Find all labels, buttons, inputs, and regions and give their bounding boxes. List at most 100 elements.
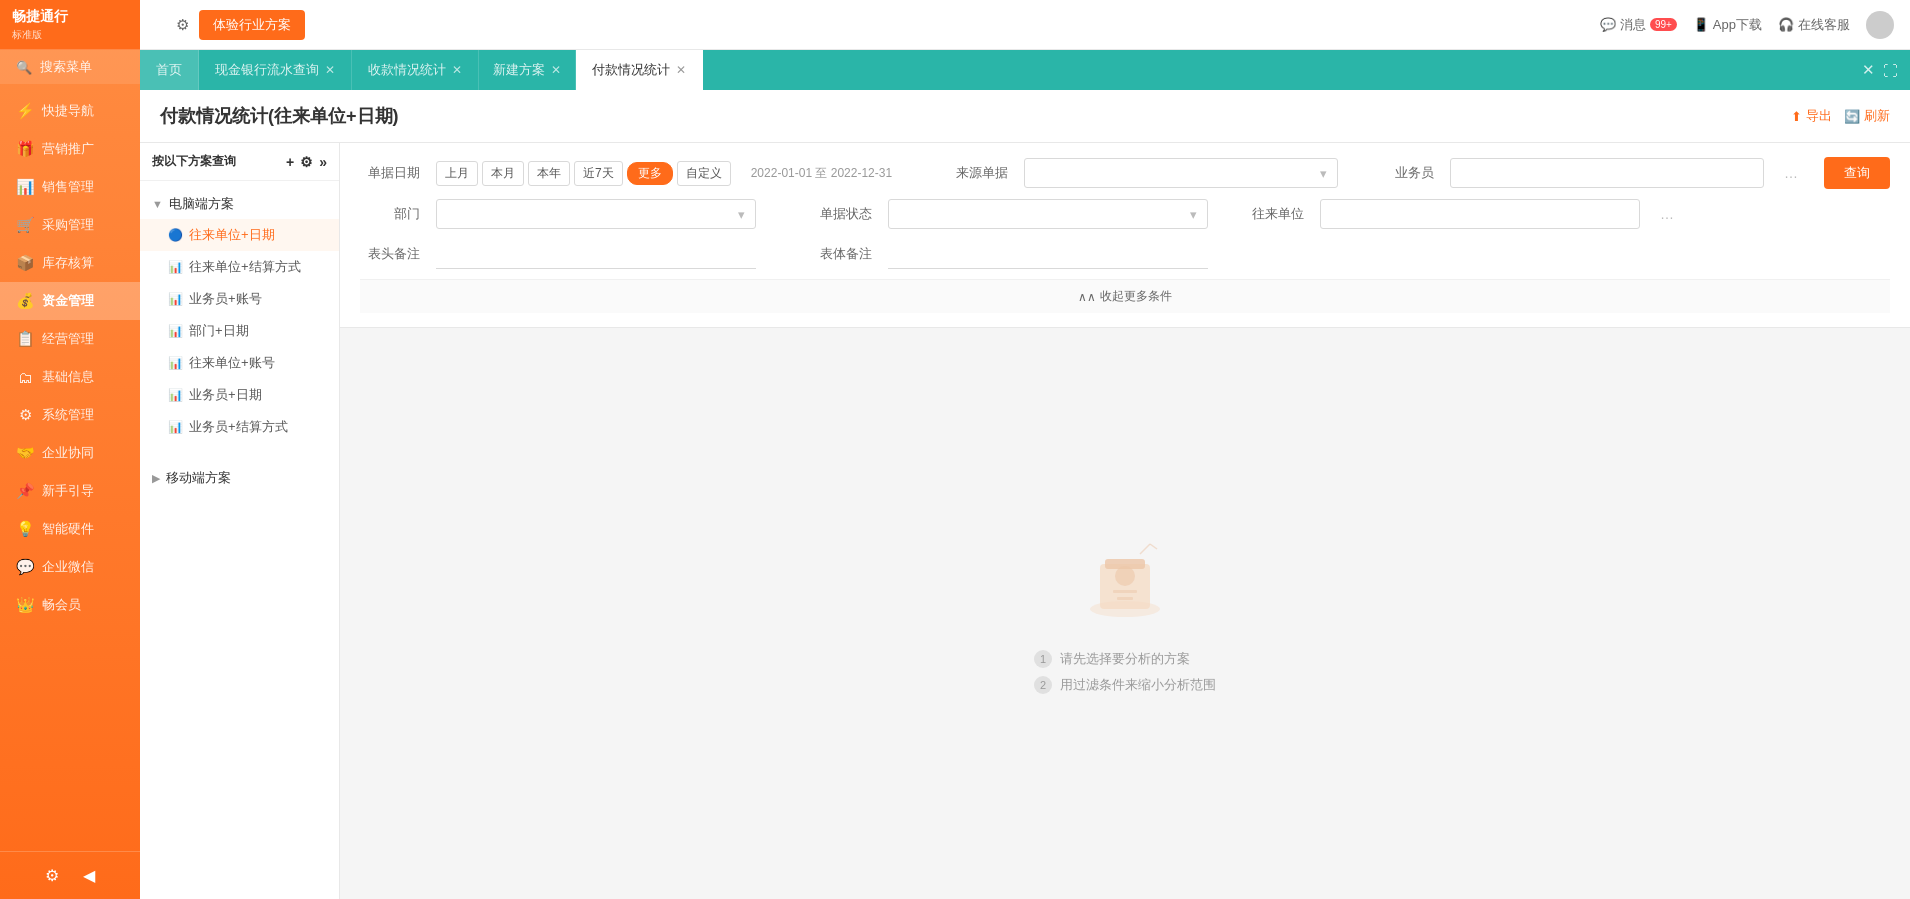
wechat-icon: 💬 (16, 558, 34, 576)
tab-expand-btn[interactable]: ⛶ (1883, 62, 1898, 79)
export-btn[interactable]: ⬆ 导出 (1791, 107, 1832, 125)
sidebar-item-base[interactable]: 🗂 基础信息 (0, 358, 140, 396)
refresh-label: 刷新 (1864, 107, 1890, 125)
receipt-label: 收款情况统计 (368, 61, 446, 79)
service-btn[interactable]: 🎧 在线客服 (1778, 16, 1850, 34)
scheme-item-icon-4: 📊 (168, 356, 183, 370)
scheme-item-1[interactable]: 📊 往来单位+结算方式 (140, 251, 339, 283)
scheme-panel-label: 按以下方案查询 (152, 153, 236, 170)
page-title: 付款情况统计(往来单位+日期) (160, 104, 399, 128)
hint1-num: 1 (1034, 650, 1052, 668)
scheme-settings-btn[interactable]: ⚙ (300, 154, 313, 170)
collapse-up-icon: ∧∧ (1078, 290, 1096, 304)
pc-group-title[interactable]: ▼ 电脑端方案 (140, 189, 339, 219)
dept-label: 部门 (360, 205, 420, 223)
scheme-item-4[interactable]: 📊 往来单位+账号 (140, 347, 339, 379)
sidebar-item-label: 企业微信 (42, 558, 94, 576)
staff-select[interactable] (1450, 158, 1764, 188)
topbar-gear-btn[interactable]: ⚙ (176, 16, 189, 34)
sidebar-item-label: 畅会员 (42, 596, 81, 614)
message-icon: 💬 (1600, 17, 1616, 32)
tab-close-all-btn[interactable]: ✕ (1862, 61, 1875, 79)
sidebar-item-coop[interactable]: 🤝 企业协同 (0, 434, 140, 472)
source-select[interactable]: ▾ (1024, 158, 1338, 188)
empty-text: 1 请先选择要分析的方案 2 用过滤条件来缩小分析范围 (1034, 650, 1216, 694)
sidebar-item-guide[interactable]: 📌 新手引导 (0, 472, 140, 510)
sidebar-item-member[interactable]: 👑 畅会员 (0, 586, 140, 624)
date-custom-btn[interactable]: 自定义 (677, 161, 731, 186)
bank-label: 现金银行流水查询 (215, 61, 319, 79)
add-scheme-btn[interactable]: + (286, 154, 294, 170)
hint2-text: 用过滤条件来缩小分析范围 (1060, 676, 1216, 694)
mobile-group-title[interactable]: ▶ 移动端方案 (140, 463, 339, 493)
tab-close-receipt[interactable]: ✕ (452, 63, 462, 77)
scheme-item-icon-0: 🔵 (168, 228, 183, 242)
tab-bank[interactable]: 现金银行流水查询 ✕ (199, 50, 352, 90)
right-content: 单据日期 上月 本月 本年 近7天 更多 自定义 2022-01-01 至 20… (340, 143, 1910, 899)
dept-select[interactable]: ▾ (436, 199, 756, 229)
collapse-sidebar-btn[interactable]: ◀ (75, 862, 103, 889)
body-note-input[interactable] (888, 239, 1208, 269)
industry-plan-btn[interactable]: 体验行业方案 (199, 10, 305, 40)
marketing-icon: 🎁 (16, 140, 34, 158)
trade-unit-select[interactable] (1320, 199, 1640, 229)
refresh-btn[interactable]: 🔄 刷新 (1844, 107, 1890, 125)
scheme-item-6[interactable]: 📊 业务员+结算方式 (140, 411, 339, 443)
sidebar-item-quick-nav[interactable]: ⚡ 快捷导航 (0, 92, 140, 130)
tab-close-bank[interactable]: ✕ (325, 63, 335, 77)
head-note-input[interactable] (436, 239, 756, 269)
settings-icon[interactable]: ⚙ (37, 862, 67, 889)
date-this-year-btn[interactable]: 本年 (528, 161, 570, 186)
doc-status-label: 单据状态 (812, 205, 872, 223)
sidebar-item-system[interactable]: ⚙ 系统管理 (0, 396, 140, 434)
sidebar-item-stock[interactable]: 📦 库存核算 (0, 244, 140, 282)
tab-payment[interactable]: 付款情况统计 ✕ (576, 50, 703, 90)
tab-home[interactable]: 首页 (140, 50, 199, 90)
quick-nav-icon: ⚡ (16, 102, 34, 120)
date-7days-btn[interactable]: 近7天 (574, 161, 623, 186)
export-icon: ⬆ (1791, 109, 1802, 124)
scheme-item-label-6: 业务员+结算方式 (189, 418, 288, 436)
sidebar-item-sales[interactable]: 📊 销售管理 (0, 168, 140, 206)
staff-dots[interactable]: … (1784, 165, 1798, 181)
tab-new[interactable]: 新建方案 ✕ (479, 50, 576, 90)
app-download-btn[interactable]: 📱 App下载 (1693, 16, 1762, 34)
scheme-item-label-5: 业务员+日期 (189, 386, 262, 404)
sidebar-item-label: 基础信息 (42, 368, 94, 386)
scheme-item-label-0: 往来单位+日期 (189, 226, 275, 244)
fund-icon: 💰 (16, 292, 34, 310)
content: 按以下方案查询 + ⚙ » ▼ 电脑端方案 🔵 往来单位+日期 📊 (140, 143, 1910, 899)
scheme-item-0[interactable]: 🔵 往来单位+日期 (140, 219, 339, 251)
query-btn[interactable]: 查询 (1824, 157, 1890, 189)
pc-group-arrow: ▼ (152, 198, 163, 210)
sidebar-item-purchase[interactable]: 🛒 采购管理 (0, 206, 140, 244)
trade-unit-dots[interactable]: … (1660, 206, 1674, 222)
sidebar-item-fund[interactable]: 💰 资金管理 (0, 282, 140, 320)
scheme-collapse-btn[interactable]: » (319, 154, 327, 170)
sidebar-item-marketing[interactable]: 🎁 营销推广 (0, 130, 140, 168)
search-menu[interactable]: 🔍 搜索菜单 (0, 50, 140, 84)
scheme-item-icon-6: 📊 (168, 420, 183, 434)
collapse-filter-btn[interactable]: ∧∧ 收起更多条件 (360, 279, 1890, 313)
doc-status-select[interactable]: ▾ (888, 199, 1208, 229)
tab-receipt[interactable]: 收款情况统计 ✕ (352, 50, 479, 90)
member-icon: 👑 (16, 596, 34, 614)
tab-close-new[interactable]: ✕ (551, 63, 561, 77)
date-this-month-btn[interactable]: 本月 (482, 161, 524, 186)
sidebar-item-operation[interactable]: 📋 经营管理 (0, 320, 140, 358)
scheme-item-5[interactable]: 📊 业务员+日期 (140, 379, 339, 411)
trade-unit-label: 往来单位 (1244, 205, 1304, 223)
user-avatar[interactable] (1866, 11, 1894, 39)
stock-icon: 📦 (16, 254, 34, 272)
message-btn[interactable]: 💬 消息 99+ (1600, 16, 1677, 34)
sidebar-item-wechat[interactable]: 💬 企业微信 (0, 548, 140, 586)
date-more-btn[interactable]: 更多 (627, 162, 673, 185)
date-last-month-btn[interactable]: 上月 (436, 161, 478, 186)
coop-icon: 🤝 (16, 444, 34, 462)
scheme-item-3[interactable]: 📊 部门+日期 (140, 315, 339, 347)
tab-close-payment[interactable]: ✕ (676, 63, 686, 77)
sidebar-item-smart[interactable]: 💡 智能硬件 (0, 510, 140, 548)
scheme-item-2[interactable]: 📊 业务员+账号 (140, 283, 339, 315)
filter-row-1: 单据日期 上月 本月 本年 近7天 更多 自定义 2022-01-01 至 20… (360, 157, 1890, 189)
page-header-actions: ⬆ 导出 🔄 刷新 (1791, 107, 1890, 125)
